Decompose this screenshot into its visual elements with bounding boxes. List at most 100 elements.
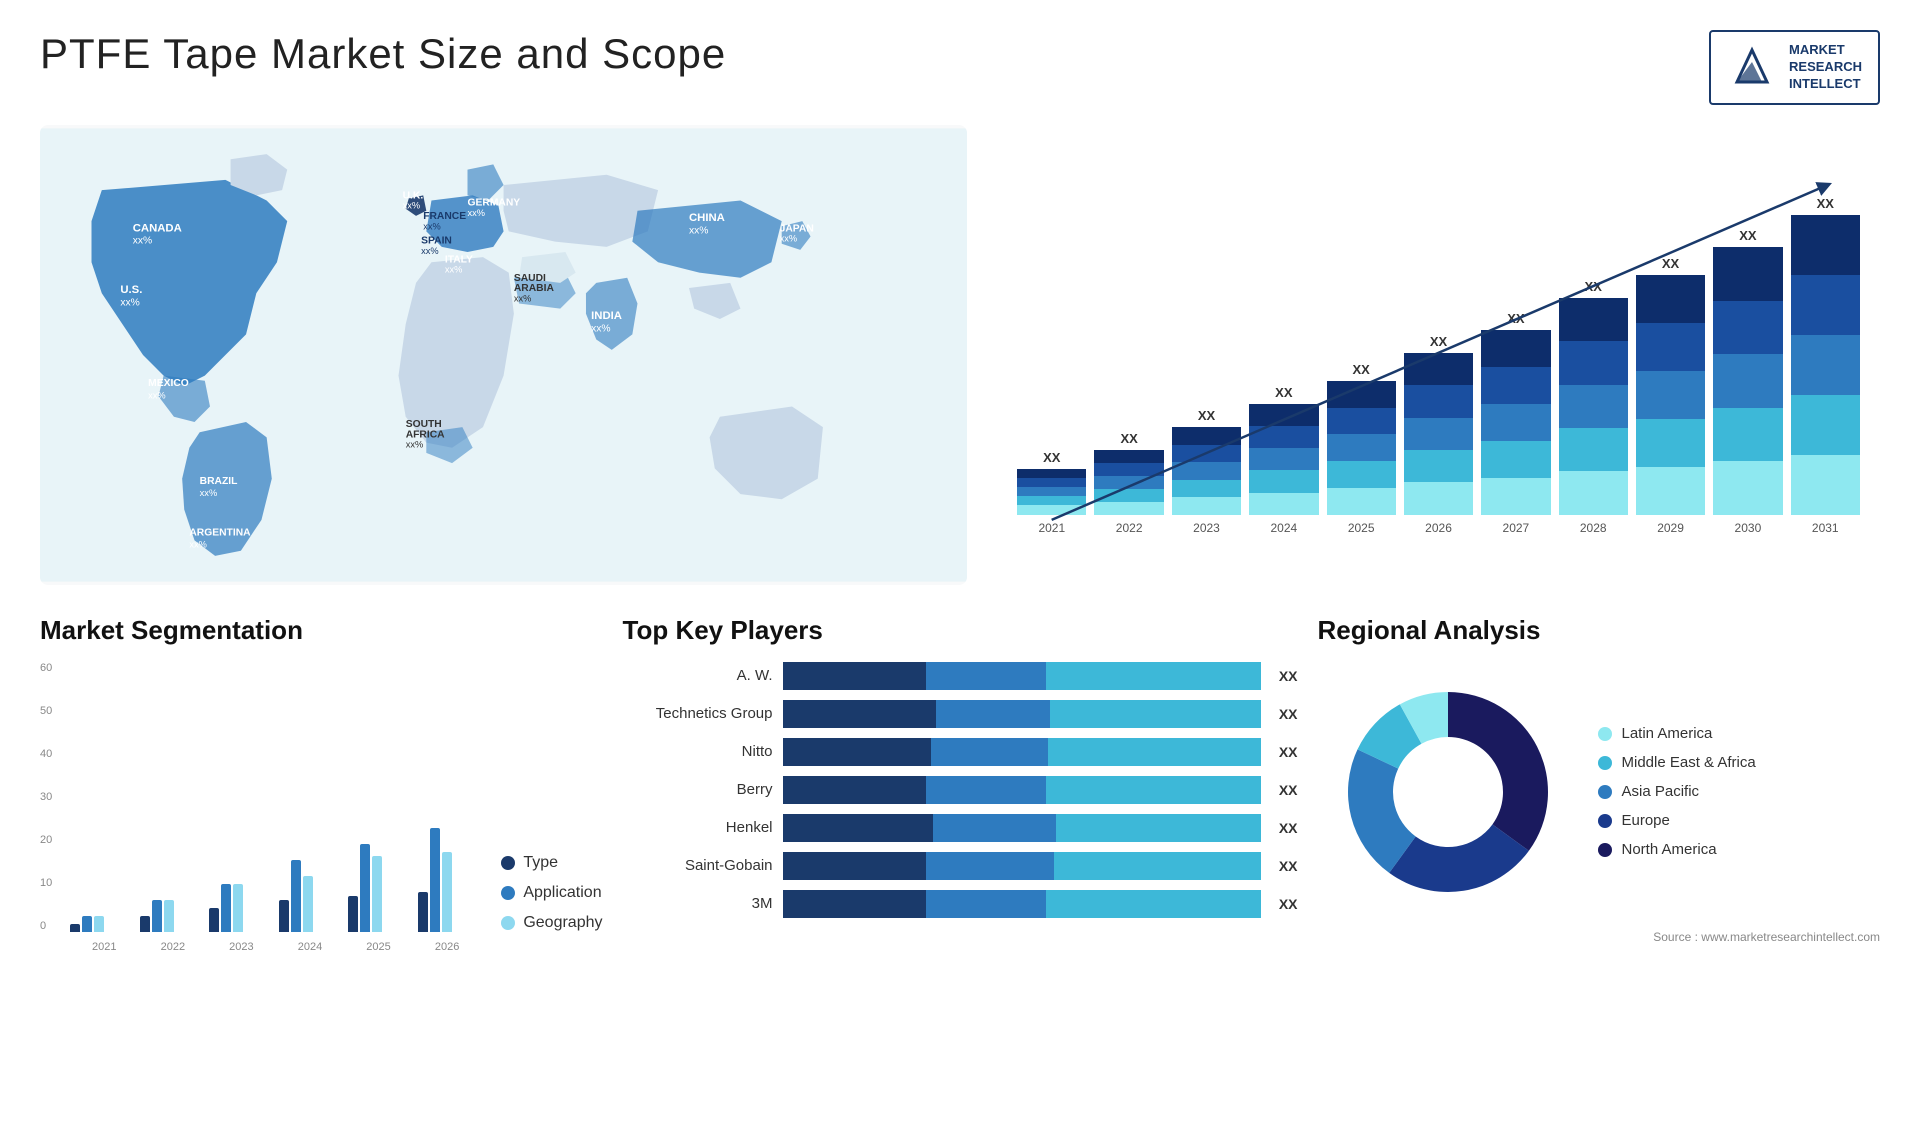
bar-segment	[1404, 450, 1473, 482]
player-name: Technetics Group	[623, 705, 773, 722]
player-xx-label: XX	[1279, 706, 1298, 722]
legend-dot	[501, 856, 515, 870]
svg-text:INDIA: INDIA	[591, 310, 622, 322]
player-name: Henkel	[623, 819, 773, 836]
bar-segment	[1791, 395, 1860, 455]
player-name: Nitto	[623, 743, 773, 760]
player-bar	[783, 776, 1261, 804]
bar-group: XX2022	[1094, 431, 1163, 535]
player-bar-segment	[1054, 852, 1261, 880]
seg-bars-area	[70, 662, 481, 932]
bar-segment	[1713, 301, 1782, 355]
header: PTFE Tape Market Size and Scope MARKET R…	[40, 30, 1880, 105]
bar-top-label: XX	[1507, 311, 1524, 326]
bar-stack	[1404, 353, 1473, 515]
player-bar-segment	[783, 814, 933, 842]
svg-text:xx%: xx%	[148, 390, 166, 400]
bar-year-label: 2025	[1348, 521, 1375, 535]
player-bar-wrap	[783, 852, 1261, 880]
bar-top-label: XX	[1585, 279, 1602, 294]
bar-segment	[1559, 428, 1628, 471]
seg-y-label: 60	[40, 662, 65, 674]
bar-segment	[1791, 275, 1860, 335]
bar-year-label: 2028	[1580, 521, 1607, 535]
bar-stack	[1172, 427, 1241, 515]
regional-legend: Latin AmericaMiddle East & AfricaAsia Pa…	[1598, 725, 1756, 858]
bar-group: XX2031	[1791, 196, 1860, 535]
player-bar-segment	[1046, 776, 1261, 804]
svg-text:xx%: xx%	[780, 233, 798, 243]
seg-bar	[70, 924, 80, 932]
bar-segment	[1172, 427, 1241, 445]
seg-bar-group	[418, 828, 482, 932]
map-section: CANADA xx% U.S. xx% MEXICO xx% BRAZIL xx…	[40, 125, 967, 585]
bar-group: XX 2025	[1327, 362, 1396, 535]
bar-year-label: 2026	[1425, 521, 1452, 535]
seg-y-label: 30	[40, 791, 65, 803]
bar-segment	[1559, 385, 1628, 428]
player-xx-label: XX	[1279, 896, 1298, 912]
seg-bar	[164, 900, 174, 932]
bar-year-label: 2027	[1503, 521, 1530, 535]
svg-text:U.S.: U.S.	[120, 284, 142, 296]
bar-stack	[1481, 330, 1550, 515]
seg-y-label: 50	[40, 705, 65, 717]
seg-bar	[418, 892, 428, 932]
donut-chart	[1318, 662, 1578, 922]
player-bar-segment	[1048, 738, 1261, 766]
regional-legend-dot	[1598, 814, 1612, 828]
player-bar-segment	[783, 852, 926, 880]
bar-group: XX2026	[1404, 334, 1473, 535]
regional-legend-dot	[1598, 785, 1612, 799]
seg-bar	[279, 900, 289, 932]
seg-wrap: 6050403020100 202120222023202420252026 T…	[40, 662, 603, 962]
bar-segment	[1713, 461, 1782, 515]
seg-x-label: 2026	[413, 941, 482, 953]
legend-item: Application	[501, 884, 602, 902]
player-bar-wrap	[783, 890, 1261, 918]
bar-segment	[1559, 341, 1628, 384]
bar-segment	[1094, 489, 1163, 502]
seg-bar	[82, 916, 92, 932]
bar-segment	[1636, 467, 1705, 515]
bar-segment	[1017, 505, 1086, 514]
bar-top-label: XX	[1662, 256, 1679, 271]
bar-group: XX2023	[1172, 408, 1241, 535]
world-map-svg: CANADA xx% U.S. xx% MEXICO xx% BRAZIL xx…	[40, 125, 967, 585]
bar-segment	[1094, 463, 1163, 476]
bar-year-label: 2029	[1657, 521, 1684, 535]
seg-x-label: 2022	[139, 941, 208, 953]
regional-legend-item: Europe	[1598, 812, 1756, 829]
svg-text:BRAZIL: BRAZIL	[200, 475, 238, 486]
seg-bar	[360, 844, 370, 932]
bar-year-label: 2024	[1270, 521, 1297, 535]
market-segmentation: Market Segmentation 6050403020100 202120…	[40, 615, 603, 1015]
seg-bar	[303, 876, 313, 932]
bar-segment	[1017, 487, 1086, 496]
bar-group: XX2030	[1713, 228, 1782, 535]
player-bar	[783, 814, 1261, 842]
seg-y-labels: 6050403020100	[40, 662, 65, 932]
regional-legend-item: Middle East & Africa	[1598, 754, 1756, 771]
player-xx-label: XX	[1279, 744, 1298, 760]
player-bar-wrap	[783, 662, 1261, 690]
bar-segment	[1172, 497, 1241, 515]
player-bar-segment	[1056, 814, 1261, 842]
logo-text: MARKET RESEARCH INTELLECT	[1789, 42, 1862, 93]
player-bar	[783, 852, 1261, 880]
regional-legend-item: Latin America	[1598, 725, 1756, 742]
bar-segment	[1791, 215, 1860, 275]
player-row: A. W.XX	[623, 662, 1298, 690]
legend-label: Type	[523, 854, 558, 872]
logo-icon	[1727, 42, 1777, 92]
seg-bar	[94, 916, 104, 932]
player-xx-label: XX	[1279, 820, 1298, 836]
seg-bar	[348, 896, 358, 932]
svg-text:xx%: xx%	[189, 539, 207, 549]
bar-top-label: XX	[1353, 362, 1370, 377]
seg-chart: 6050403020100 202120222023202420252026	[40, 662, 481, 962]
bar-segment	[1017, 478, 1086, 487]
seg-bar	[209, 908, 219, 932]
seg-x-label: 2023	[207, 941, 276, 953]
player-bar-segment	[926, 852, 1054, 880]
